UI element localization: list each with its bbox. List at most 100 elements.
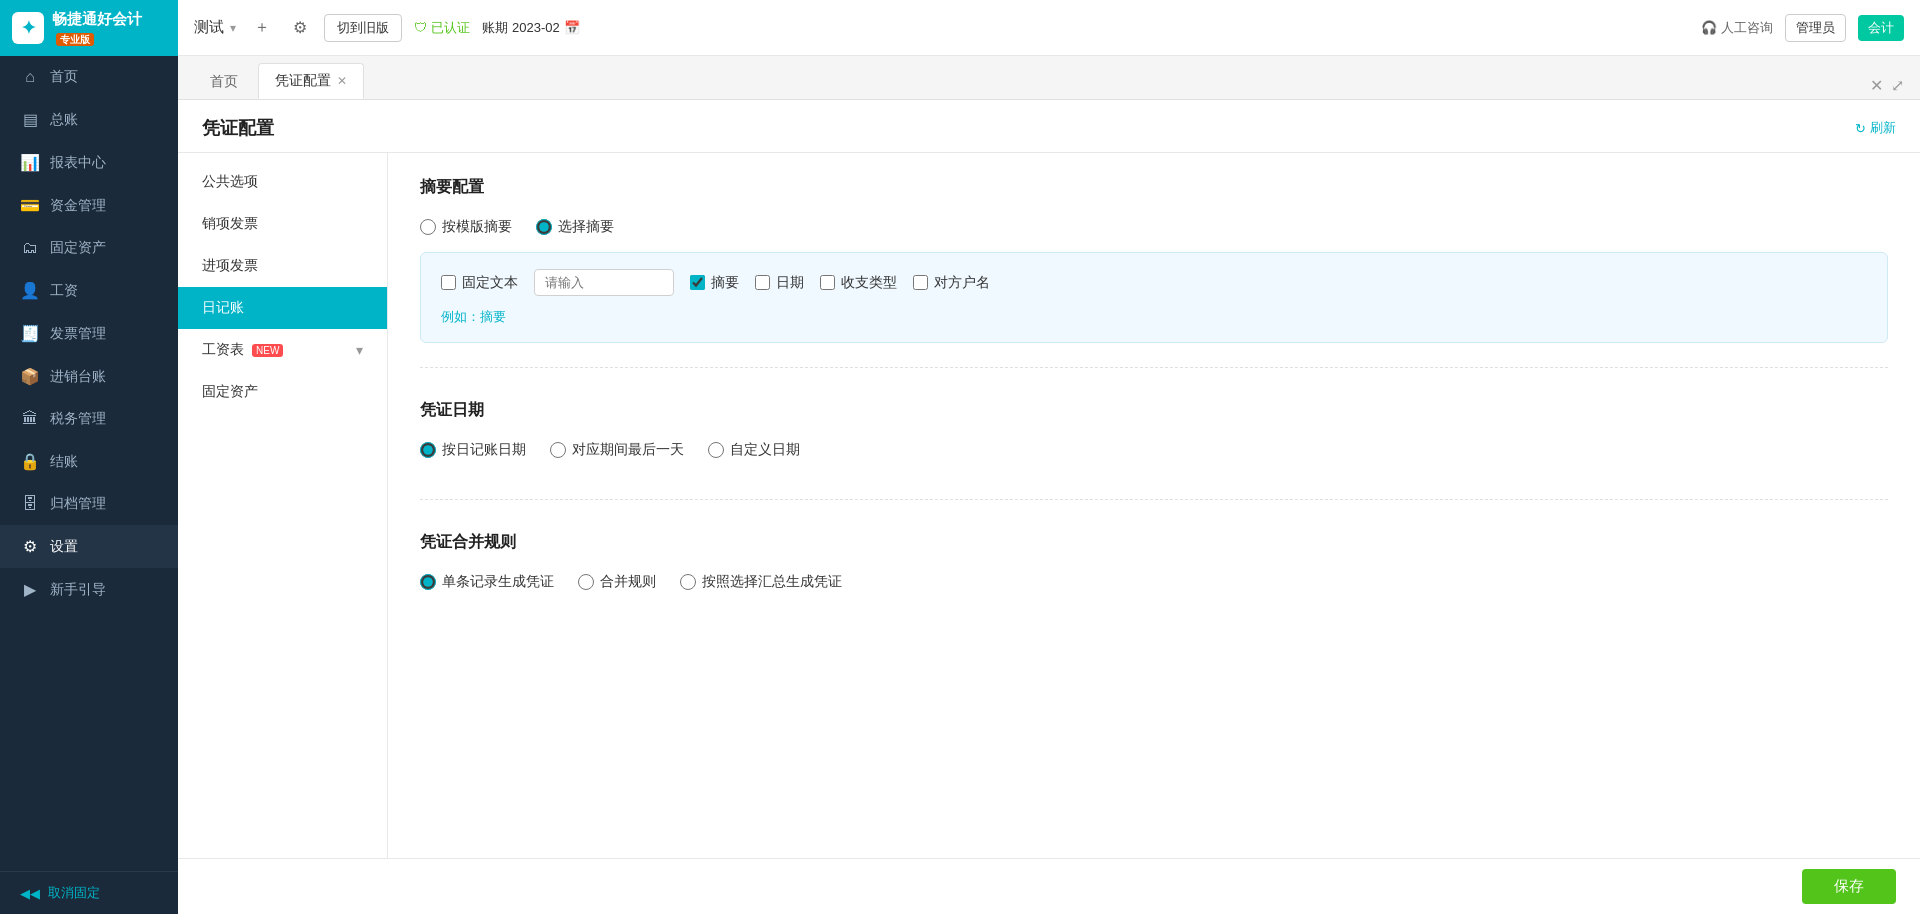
sidebar-item-guide-label: 新手引导	[50, 581, 106, 599]
summary-select-label: 选择摘要	[558, 218, 614, 236]
fixed-text-input[interactable]	[534, 269, 674, 296]
voucher-date-section: 凭证日期 按日记账日期 对应期间最后一天 自定义日期	[420, 400, 1888, 500]
sidebar-item-tax[interactable]: 🏛 税务管理	[0, 398, 178, 440]
footer: 保存	[178, 858, 1920, 914]
summary-select-radio[interactable]	[536, 219, 552, 235]
sidebar-item-home[interactable]: ⌂ 首页	[0, 56, 178, 98]
nav-item-public[interactable]: 公共选项	[178, 161, 387, 203]
date-checkbox-label: 日期	[776, 274, 804, 292]
fixed-text-label: 固定文本	[462, 274, 518, 292]
date-checkbox[interactable]	[755, 275, 770, 290]
nav-item-sales[interactable]: 销项发票	[178, 203, 387, 245]
merge-rule-label: 合并规则	[600, 573, 656, 591]
sidebar-item-archive[interactable]: 🗄 归档管理	[0, 483, 178, 525]
tab-voucher-config[interactable]: 凭证配置 ✕	[258, 63, 364, 99]
service-button[interactable]: 🎧 人工咨询	[1701, 19, 1773, 37]
role-button[interactable]: 会计	[1858, 15, 1904, 41]
period-last-option[interactable]: 对应期间最后一天	[550, 441, 684, 459]
nav-item-purchase[interactable]: 进项发票	[178, 245, 387, 287]
sidebar-item-invoice[interactable]: 🧾 发票管理	[0, 312, 178, 355]
summary-checkbox-item[interactable]: 摘要	[690, 274, 739, 292]
fixed-text-checkbox-item[interactable]: 固定文本	[441, 274, 518, 292]
app-name: 畅捷通好会计	[52, 10, 142, 29]
journal-date-label: 按日记账日期	[442, 441, 526, 459]
date-checkbox-item[interactable]: 日期	[755, 274, 804, 292]
summary-checkbox[interactable]	[690, 275, 705, 290]
project-selector[interactable]: 测试 ▾	[194, 18, 236, 37]
select-summary-radio[interactable]	[680, 574, 696, 590]
refresh-button[interactable]: ↻ 刷新	[1855, 119, 1896, 137]
page-header: 凭证配置 ↻ 刷新	[178, 100, 1920, 153]
assets-icon: 🗂	[20, 239, 40, 257]
custom-date-radio[interactable]	[708, 442, 724, 458]
journal-date-radio[interactable]	[420, 442, 436, 458]
sidebar-item-close-label: 结账	[50, 453, 78, 471]
income-type-checkbox[interactable]	[820, 275, 835, 290]
nav-item-fixed-assets[interactable]: 固定资产	[178, 371, 387, 413]
tab-close-icon[interactable]: ✕	[337, 74, 347, 88]
tax-icon: 🏛	[20, 410, 40, 428]
sidebar-item-settings-label: 设置	[50, 538, 78, 556]
nav-item-payroll[interactable]: 工资表 NEW ▾	[178, 329, 387, 371]
tab-home[interactable]: 首页	[194, 65, 254, 99]
select-summary-option[interactable]: 按照选择汇总生成凭证	[680, 573, 842, 591]
settings-gear-button[interactable]: ⚙	[286, 14, 314, 42]
verified-badge: 🛡 已认证	[414, 19, 470, 37]
switch-version-button[interactable]: 切到旧版	[324, 14, 402, 42]
fullscreen-button[interactable]: ⤢	[1891, 76, 1904, 95]
income-type-checkbox-item[interactable]: 收支类型	[820, 274, 897, 292]
single-record-radio[interactable]	[420, 574, 436, 590]
sidebar-item-salary[interactable]: 👤 工资	[0, 269, 178, 312]
counterparty-checkbox-item[interactable]: 对方户名	[913, 274, 990, 292]
sidebar-item-settings[interactable]: ⚙ 设置	[0, 525, 178, 568]
sidebar-item-salary-label: 工资	[50, 282, 78, 300]
merge-rule-radio[interactable]	[578, 574, 594, 590]
counterparty-checkbox[interactable]	[913, 275, 928, 290]
merge-rule-option[interactable]: 合并规则	[578, 573, 656, 591]
project-name: 测试	[194, 18, 224, 37]
summary-option-template[interactable]: 按模版摘要	[420, 218, 512, 236]
sidebar-item-funds[interactable]: 💳 资金管理	[0, 184, 178, 227]
sidebar-nav: ⌂ 首页 ▤ 总账 📊 报表中心 💳 资金管理 🗂 固定资产 👤 工资 🧾 发票…	[0, 56, 178, 871]
sidebar-item-assets[interactable]: 🗂 固定资产	[0, 227, 178, 269]
single-record-label: 单条记录生成凭证	[442, 573, 554, 591]
summary-config-box: 固定文本 摘要 日期	[420, 252, 1888, 343]
sidebar-item-report[interactable]: 📊 报表中心	[0, 141, 178, 184]
fixed-text-checkbox[interactable]	[441, 275, 456, 290]
salary-icon: 👤	[20, 281, 40, 300]
save-button[interactable]: 保存	[1802, 869, 1896, 904]
new-badge: NEW	[252, 344, 283, 357]
user-button[interactable]: 管理员	[1785, 14, 1846, 42]
add-button[interactable]: ＋	[248, 14, 276, 42]
journal-date-option[interactable]: 按日记账日期	[420, 441, 526, 459]
single-record-option[interactable]: 单条记录生成凭证	[420, 573, 554, 591]
sidebar-item-ledger[interactable]: ▤ 总账	[0, 98, 178, 141]
period-last-radio[interactable]	[550, 442, 566, 458]
topbar-actions: ＋ ⚙ 切到旧版	[248, 14, 402, 42]
sidebar-item-trade-label: 进销台账	[50, 368, 106, 386]
sidebar-item-funds-label: 资金管理	[50, 197, 106, 215]
sidebar: ✦ 畅捷通好会计 专业版 ⌂ 首页 ▤ 总账 📊 报表中心 💳 资金管理 🗂 固…	[0, 0, 178, 914]
sidebar-item-trade[interactable]: 📦 进销台账	[0, 355, 178, 398]
close-accounts-icon: 🔒	[20, 452, 40, 471]
summary-template-radio[interactable]	[420, 219, 436, 235]
sidebar-item-archive-label: 归档管理	[50, 495, 106, 513]
sidebar-item-close[interactable]: 🔒 结账	[0, 440, 178, 483]
sidebar-item-tax-label: 税务管理	[50, 410, 106, 428]
select-summary-label: 按照选择汇总生成凭证	[702, 573, 842, 591]
sidebar-item-guide[interactable]: ▶ 新手引导	[0, 568, 178, 611]
refresh-label: 刷新	[1870, 119, 1896, 137]
period-info: 账期 2023-02 📅	[482, 19, 580, 37]
trade-icon: 📦	[20, 367, 40, 386]
body-layout: 公共选项 销项发票 进项发票 日记账 工资表 NEW ▾	[178, 153, 1920, 858]
left-navigation: 公共选项 销项发票 进项发票 日记账 工资表 NEW ▾	[178, 153, 388, 858]
pin-icon: ◀◀	[20, 886, 40, 901]
nav-item-journal[interactable]: 日记账	[178, 287, 387, 329]
summary-option-select[interactable]: 选择摘要	[536, 218, 614, 236]
logo-icon: ✦	[12, 12, 44, 44]
cancel-fixed-button[interactable]: ◀◀ 取消固定	[0, 871, 178, 914]
service-label: 人工咨询	[1721, 19, 1773, 37]
custom-date-option[interactable]: 自定义日期	[708, 441, 800, 459]
close-panel-button[interactable]: ✕	[1870, 76, 1883, 95]
example-prefix: 例如：	[441, 309, 480, 324]
